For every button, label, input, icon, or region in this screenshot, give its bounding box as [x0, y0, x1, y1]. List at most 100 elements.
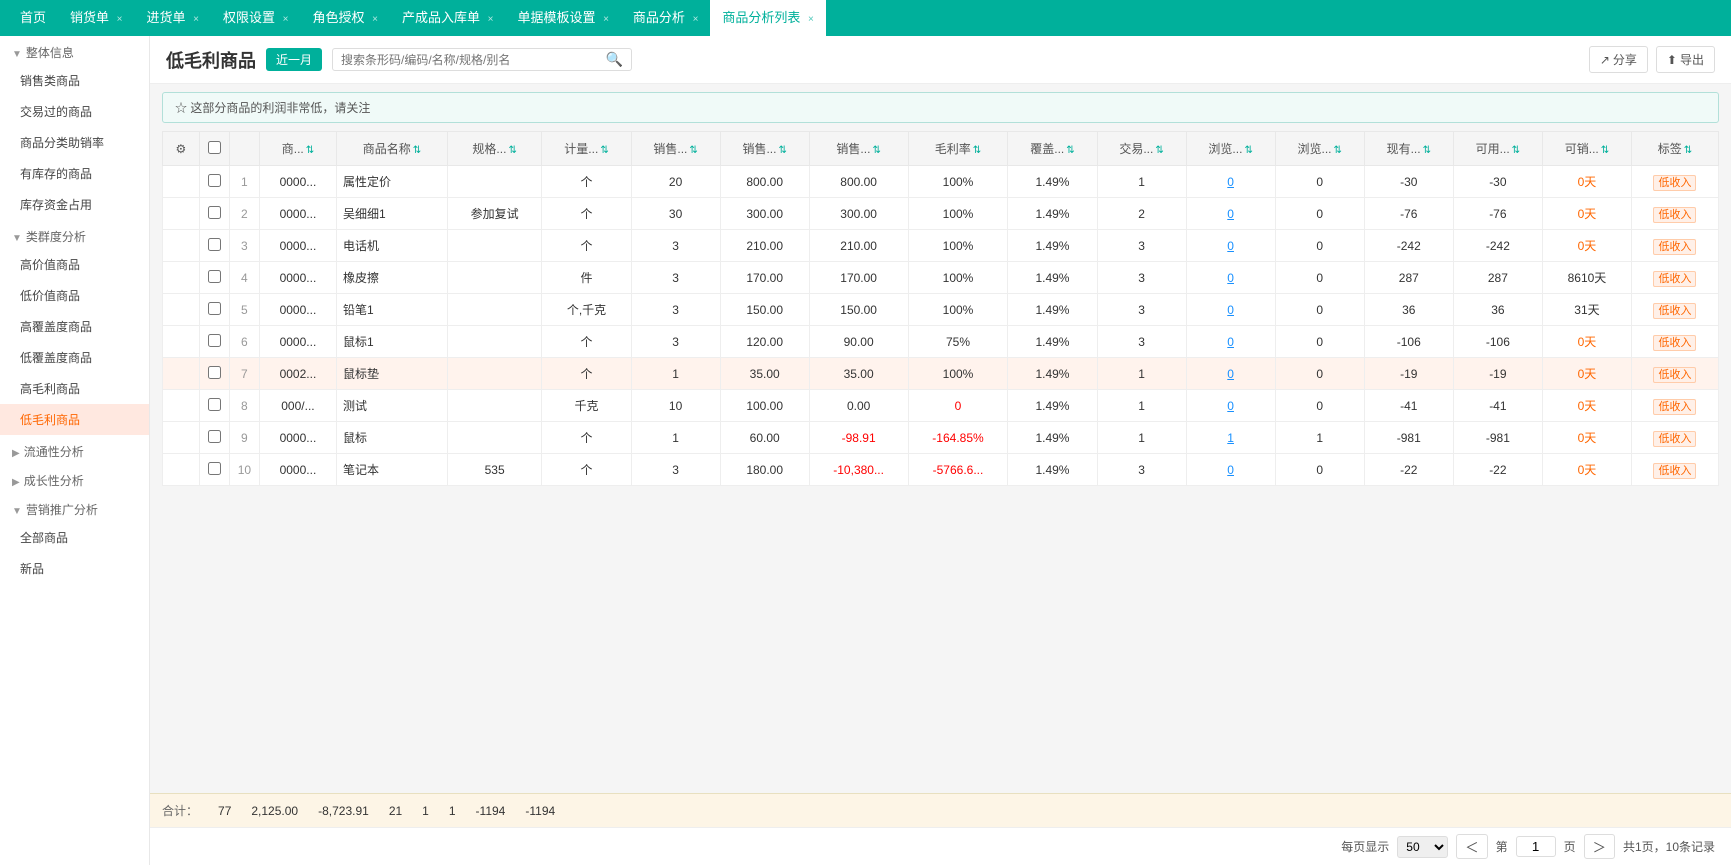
col-browse2[interactable]: 浏览...⇅	[1275, 132, 1364, 166]
row-jiaoy[interactable]: 1	[1186, 422, 1275, 454]
nav-product-analysis-close[interactable]: ×	[693, 14, 699, 25]
nav-purchase-close[interactable]: ×	[193, 14, 199, 25]
row-jiaoy[interactable]: 0	[1186, 326, 1275, 358]
row-num: 8	[229, 390, 259, 422]
nav-product-analysis-list-close[interactable]: ×	[808, 14, 814, 25]
time-filter-button[interactable]: 近一月	[266, 48, 322, 71]
row-jiaoy[interactable]: 0	[1186, 454, 1275, 486]
row-checkbox[interactable]	[208, 366, 221, 379]
nav-product-analysis[interactable]: 商品分析 ×	[621, 0, 710, 36]
row-checkbox[interactable]	[208, 270, 221, 283]
col-spec[interactable]: 规格...⇅	[447, 132, 542, 166]
main-layout: ▼整体信息 销售类商品 交易过的商品 商品分类助销率 有库存的商品 库存资金占用…	[0, 36, 1731, 865]
search-icon[interactable]: 🔍	[606, 51, 623, 68]
nav-roles[interactable]: 角色授权 ×	[300, 0, 389, 36]
row-name: 测试	[337, 390, 448, 422]
nav-home[interactable]: 首页	[8, 0, 58, 36]
nav-roles-close[interactable]: ×	[372, 14, 378, 25]
sidebar-item-high-coverage[interactable]: 高覆盖度商品	[0, 311, 149, 342]
row-mao: 1.49%	[1008, 358, 1097, 390]
col-unit[interactable]: 计量...⇅	[542, 132, 631, 166]
nav-permissions[interactable]: 权限设置 ×	[211, 0, 300, 36]
nav-permissions-close[interactable]: ×	[283, 14, 289, 25]
sidebar-group-growth[interactable]: ▶成长性分析	[0, 464, 149, 493]
nav-purchase[interactable]: 进货单 ×	[135, 0, 211, 36]
col-sellable[interactable]: 可销...⇅	[1542, 132, 1631, 166]
sidebar-item-high-margin[interactable]: 高毛利商品	[0, 373, 149, 404]
col-sales-amount[interactable]: 销售...⇅	[720, 132, 809, 166]
sidebar-group-cluster[interactable]: ▼类群度分析	[0, 220, 149, 249]
row-checkbox[interactable]	[208, 398, 221, 411]
nav-sales-close[interactable]: ×	[117, 14, 123, 25]
nav-products-in-close[interactable]: ×	[488, 14, 494, 25]
sidebar-item-instock[interactable]: 有库存的商品	[0, 158, 149, 189]
share-button[interactable]: ↗ 分享	[1589, 46, 1648, 73]
sidebar-item-new-products[interactable]: 新品	[0, 553, 149, 584]
col-settings[interactable]: ⚙	[163, 132, 200, 166]
nav-template[interactable]: 单据模板设置 ×	[505, 0, 620, 36]
col-current-stock[interactable]: 现有...⇅	[1364, 132, 1453, 166]
select-all-checkbox[interactable]	[208, 141, 221, 154]
row-jiaoy[interactable]: 0	[1186, 262, 1275, 294]
row-jiaoy[interactable]: 0	[1186, 198, 1275, 230]
row-v1: 3	[631, 454, 720, 486]
row-checkbox[interactable]	[208, 174, 221, 187]
row-checkbox-cell	[199, 198, 229, 230]
row-checkbox[interactable]	[208, 206, 221, 219]
col-available-stock[interactable]: 可用...⇅	[1453, 132, 1542, 166]
row-v1: 10	[631, 390, 720, 422]
sidebar-item-capital[interactable]: 库存资金占用	[0, 189, 149, 220]
row-tag: 低收入	[1631, 326, 1718, 358]
col-browse1[interactable]: 浏览...⇅	[1186, 132, 1275, 166]
sidebar-item-low-coverage[interactable]: 低覆盖度商品	[0, 342, 149, 373]
row-checkbox[interactable]	[208, 334, 221, 347]
row-name: 属性定价	[337, 166, 448, 198]
row-jiaoy[interactable]: 0	[1186, 230, 1275, 262]
row-checkbox[interactable]	[208, 462, 221, 475]
row-lanyu1: 0	[1275, 262, 1364, 294]
row-jiaoy[interactable]: 0	[1186, 166, 1275, 198]
col-name[interactable]: 商品名称⇅	[337, 132, 448, 166]
row-v4: 287	[1364, 262, 1453, 294]
col-checkbox[interactable]	[199, 132, 229, 166]
row-fgai: 3	[1097, 454, 1186, 486]
export-button[interactable]: ⬆ 导出	[1656, 46, 1715, 73]
table-footer: 合计： 77 2,125.00 -8,723.91 21 1 1 -1194 -…	[150, 793, 1731, 827]
sidebar-item-high-value[interactable]: 高价值商品	[0, 249, 149, 280]
row-v3: 0.00	[809, 390, 908, 422]
page-input[interactable]	[1516, 836, 1556, 857]
sidebar-item-sales-products[interactable]: 销售类商品	[0, 65, 149, 96]
row-checkbox[interactable]	[208, 238, 221, 251]
col-margin-rate[interactable]: 毛利率⇅	[908, 132, 1008, 166]
sidebar-item-low-margin[interactable]: 低毛利商品	[0, 404, 149, 435]
sidebar-item-low-value[interactable]: 低价值商品	[0, 280, 149, 311]
row-checkbox[interactable]	[208, 302, 221, 315]
sidebar-item-traded-products[interactable]: 交易过的商品	[0, 96, 149, 127]
sidebar-group-marketing[interactable]: ▼营销推广分析	[0, 493, 149, 522]
search-input[interactable]	[341, 53, 606, 67]
sidebar-item-category-rate[interactable]: 商品分类助销率	[0, 127, 149, 158]
sidebar-item-all-products[interactable]: 全部商品	[0, 522, 149, 553]
col-code[interactable]: 商...⇅	[259, 132, 336, 166]
nav-template-close[interactable]: ×	[603, 14, 609, 25]
nav-products-in[interactable]: 产成品入库单 ×	[390, 0, 505, 36]
row-jiaoy[interactable]: 0	[1186, 358, 1275, 390]
nav-sales[interactable]: 销货单 ×	[58, 0, 134, 36]
row-checkbox[interactable]	[208, 430, 221, 443]
table-row: 10 0000... 笔记本 535 个 3 180.00 -10,380...…	[163, 454, 1719, 486]
per-page-select[interactable]: 50 100 200	[1397, 836, 1448, 858]
row-jiaoy[interactable]: 0	[1186, 390, 1275, 422]
col-trade[interactable]: 交易...⇅	[1097, 132, 1186, 166]
col-coverage[interactable]: 覆盖...⇅	[1008, 132, 1097, 166]
col-sales-profit[interactable]: 销售...⇅	[809, 132, 908, 166]
row-jiaoy[interactable]: 0	[1186, 294, 1275, 326]
prev-page-button[interactable]: ＜	[1456, 834, 1487, 859]
sidebar-group-flow[interactable]: ▶流通性分析	[0, 435, 149, 464]
row-v5: 287	[1453, 262, 1542, 294]
next-page-button[interactable]: ＞	[1584, 834, 1615, 859]
sidebar-group-overall[interactable]: ▼整体信息	[0, 36, 149, 65]
col-tag[interactable]: 标签⇅	[1631, 132, 1718, 166]
col-sales-qty[interactable]: 销售...⇅	[631, 132, 720, 166]
nav-product-analysis-list[interactable]: 商品分析列表 ×	[710, 0, 825, 36]
row-checkbox-cell	[199, 422, 229, 454]
